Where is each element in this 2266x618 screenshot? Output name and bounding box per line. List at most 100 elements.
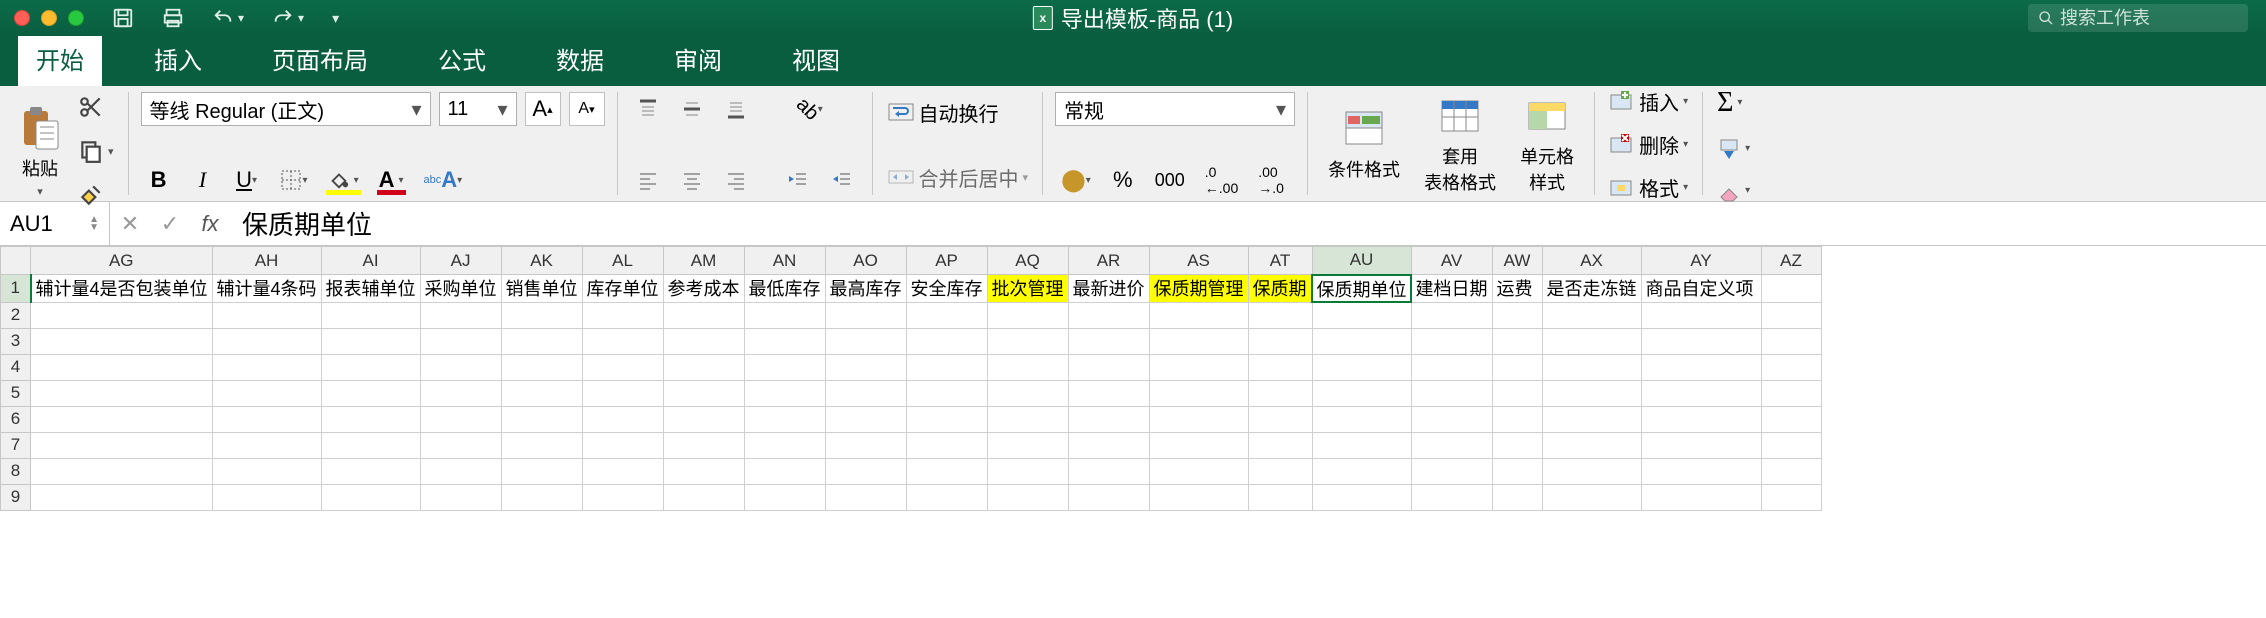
increase-decimal-button[interactable]: .0←.00 — [1199, 163, 1244, 197]
tab-review[interactable]: 审阅 — [656, 33, 740, 86]
cell[interactable] — [1641, 354, 1761, 380]
cell[interactable] — [1312, 328, 1411, 354]
cell[interactable] — [582, 380, 663, 406]
cell[interactable] — [212, 458, 321, 484]
cell[interactable] — [663, 432, 744, 458]
cell[interactable] — [663, 406, 744, 432]
column-header[interactable]: AS — [1149, 247, 1248, 275]
cell[interactable] — [1312, 458, 1411, 484]
fx-button[interactable]: fx — [190, 211, 230, 237]
cell[interactable] — [987, 484, 1068, 510]
row-header[interactable]: 1 — [1, 275, 31, 303]
cell[interactable] — [501, 484, 582, 510]
cell[interactable]: 最高库存 — [825, 275, 906, 303]
cell[interactable] — [501, 380, 582, 406]
cell[interactable] — [987, 458, 1068, 484]
column-header[interactable]: AT — [1248, 247, 1312, 275]
cell[interactable] — [420, 406, 501, 432]
cell[interactable] — [321, 380, 420, 406]
cell[interactable] — [501, 458, 582, 484]
cell[interactable] — [987, 380, 1068, 406]
tab-view[interactable]: 视图 — [774, 33, 858, 86]
cell[interactable] — [582, 354, 663, 380]
cell[interactable] — [212, 406, 321, 432]
cell[interactable] — [906, 484, 987, 510]
cell[interactable] — [420, 328, 501, 354]
name-box[interactable]: AU1 ▲▼ — [0, 202, 110, 245]
cell[interactable] — [1312, 432, 1411, 458]
comma-button[interactable]: 000 — [1149, 163, 1191, 197]
cell[interactable] — [1492, 302, 1542, 328]
tab-layout[interactable]: 页面布局 — [254, 33, 386, 86]
cancel-formula-button[interactable]: ✕ — [110, 211, 150, 237]
cell[interactable] — [1761, 406, 1821, 432]
cell[interactable] — [321, 328, 420, 354]
merge-center-button[interactable]: 合并后居中 ▾ — [885, 161, 1031, 194]
confirm-formula-button[interactable]: ✓ — [150, 211, 190, 237]
column-header[interactable]: AO — [825, 247, 906, 275]
cell[interactable] — [501, 302, 582, 328]
decrease-font-button[interactable]: A▾ — [569, 92, 605, 126]
row-header[interactable]: 4 — [1, 354, 31, 380]
sheet-search[interactable] — [2028, 4, 2248, 32]
cell[interactable] — [825, 406, 906, 432]
cell[interactable] — [212, 302, 321, 328]
autosum-button[interactable]: Σ▾ — [1715, 85, 1744, 121]
column-header[interactable]: AV — [1411, 247, 1492, 275]
column-header[interactable]: AI — [321, 247, 420, 275]
conditional-formatting-button[interactable]: 条件格式 — [1320, 108, 1408, 182]
cell[interactable] — [1641, 458, 1761, 484]
cell[interactable] — [1149, 302, 1248, 328]
cell[interactable] — [663, 484, 744, 510]
cell[interactable] — [663, 328, 744, 354]
row-header[interactable]: 7 — [1, 432, 31, 458]
cell[interactable]: 保质期 — [1248, 275, 1312, 303]
cell[interactable]: 销售单位 — [501, 275, 582, 303]
wrap-text-button[interactable]: 自动换行 — [885, 96, 1001, 129]
cell[interactable] — [420, 458, 501, 484]
cell[interactable] — [582, 406, 663, 432]
cell[interactable] — [1411, 328, 1492, 354]
cell[interactable] — [212, 432, 321, 458]
cell[interactable] — [744, 380, 825, 406]
cell[interactable] — [1492, 328, 1542, 354]
cell[interactable]: 辅计量4条码 — [212, 275, 321, 303]
cell[interactable] — [1542, 432, 1641, 458]
cell[interactable] — [663, 302, 744, 328]
row-header[interactable]: 5 — [1, 380, 31, 406]
column-header[interactable]: AK — [501, 247, 582, 275]
phonetic-button[interactable]: abcA ▾ — [418, 163, 469, 197]
column-header[interactable]: AG — [31, 247, 213, 275]
cell[interactable] — [501, 406, 582, 432]
cell[interactable] — [906, 458, 987, 484]
cell[interactable] — [1761, 275, 1821, 303]
cell[interactable] — [420, 354, 501, 380]
insert-cells-button[interactable]: 插入 ▾ — [1607, 85, 1690, 118]
tab-data[interactable]: 数据 — [538, 33, 622, 86]
cell[interactable] — [744, 354, 825, 380]
cell[interactable] — [582, 302, 663, 328]
cell[interactable] — [825, 432, 906, 458]
cell[interactable] — [1542, 406, 1641, 432]
column-header[interactable]: AW — [1492, 247, 1542, 275]
bold-button[interactable]: B — [141, 163, 177, 197]
cell[interactable] — [825, 328, 906, 354]
cell[interactable] — [744, 406, 825, 432]
cell[interactable]: 保质期单位 — [1312, 275, 1411, 303]
redo-button[interactable]: ▾ — [272, 7, 304, 29]
row-header[interactable]: 2 — [1, 302, 31, 328]
cell[interactable] — [1411, 406, 1492, 432]
borders-button[interactable]: ▾ — [273, 163, 314, 197]
cell[interactable] — [1542, 458, 1641, 484]
undo-button[interactable]: ▾ — [212, 7, 244, 29]
cell[interactable]: 参考成本 — [663, 275, 744, 303]
column-header[interactable]: AL — [582, 247, 663, 275]
increase-indent-button[interactable] — [824, 163, 860, 197]
cell[interactable] — [1248, 432, 1312, 458]
cell[interactable] — [1312, 406, 1411, 432]
cell[interactable]: 最新进价 — [1068, 275, 1149, 303]
row-header[interactable]: 9 — [1, 484, 31, 510]
cell[interactable] — [1248, 484, 1312, 510]
underline-button[interactable]: U▾ — [229, 163, 265, 197]
tab-insert[interactable]: 插入 — [136, 33, 220, 86]
